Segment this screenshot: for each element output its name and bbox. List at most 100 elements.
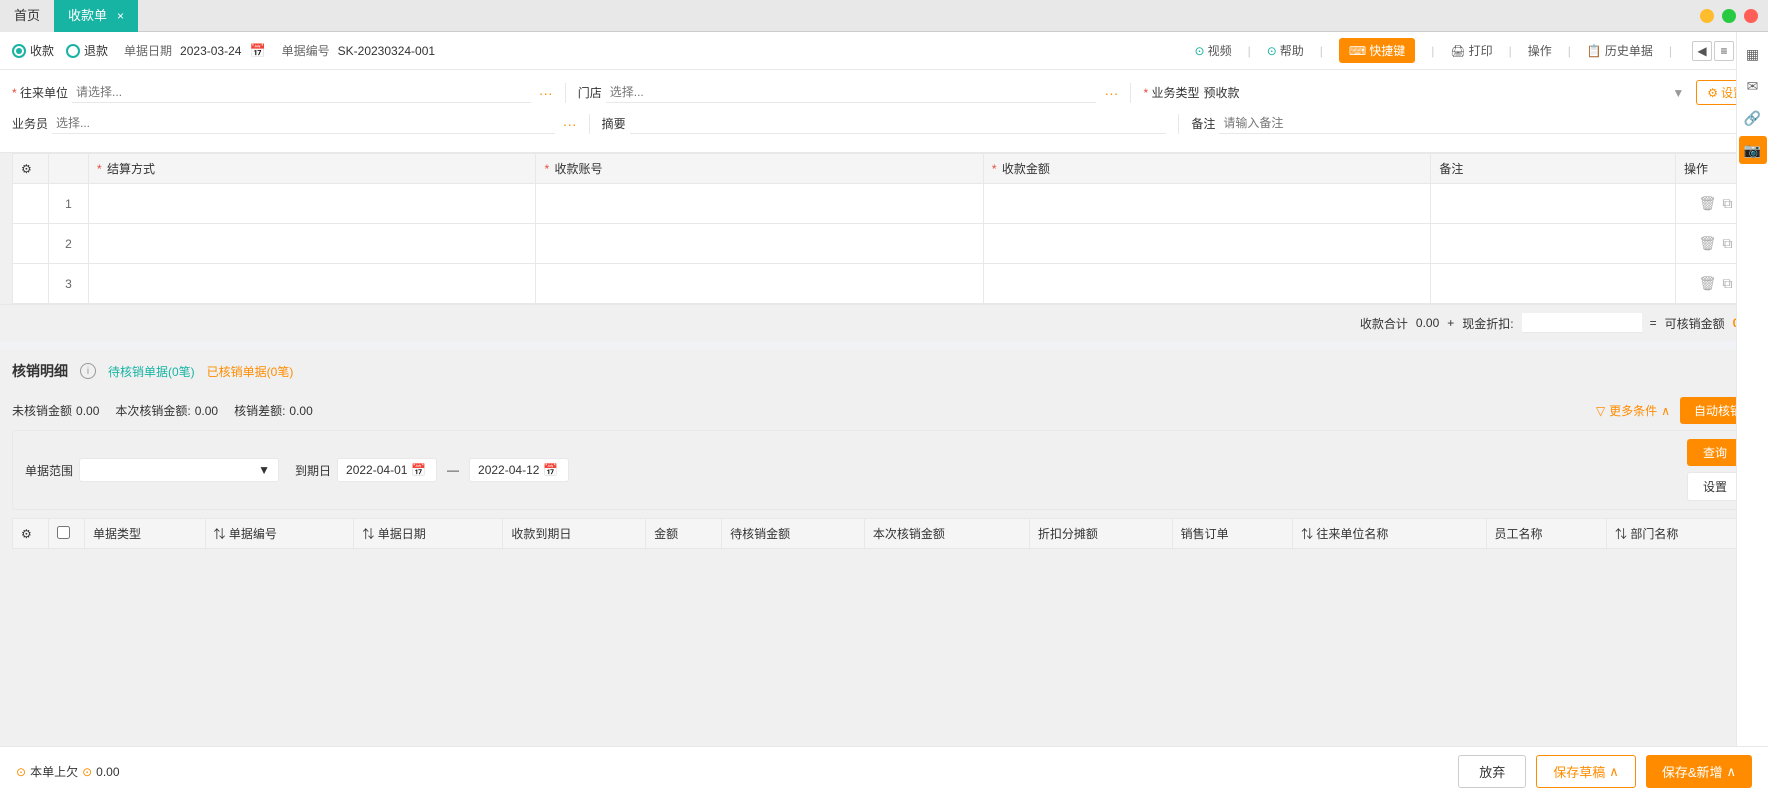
counterpart-input[interactable]	[72, 82, 531, 103]
summary-plus: +	[1447, 316, 1454, 330]
more-filter-label: 更多条件	[1609, 402, 1657, 419]
business-type-select[interactable]: 预收款 ▼	[1204, 84, 1685, 101]
sidebar-table-icon[interactable]: ▦	[1739, 40, 1767, 68]
td-account-2[interactable]	[536, 224, 983, 264]
summary-discount-input[interactable]	[1522, 313, 1642, 333]
table-settings-icon: ⚙	[21, 162, 32, 176]
td-notes-3[interactable]	[1431, 264, 1676, 304]
notes-input[interactable]	[1219, 113, 1756, 134]
date-separator: —	[447, 463, 459, 477]
discard-button[interactable]: 放弃	[1458, 755, 1526, 788]
summary-total-value: 0.00	[1416, 316, 1439, 330]
unchecked-label: 未核销金额	[12, 402, 72, 419]
delete-row-1-icon[interactable]: 🗑	[1699, 195, 1717, 212]
save-draft-button[interactable]: 保存草稿 ∧	[1536, 755, 1636, 788]
counterpart-more-icon[interactable]: ···	[539, 85, 553, 101]
layout-list-icon[interactable]: ≡	[1714, 41, 1734, 61]
more-filter-btn[interactable]: ▽ 更多条件 ∧	[1596, 402, 1670, 419]
history-btn[interactable]: 📋 历史单据	[1587, 42, 1653, 59]
td-settings	[13, 184, 49, 224]
sidebar-mail-icon[interactable]: ✉	[1739, 72, 1767, 100]
date-value: 2023-03-24	[180, 44, 241, 58]
summary-input[interactable]	[630, 113, 1167, 134]
calendar-icon[interactable]: 📅	[249, 43, 265, 59]
layout-prev-icon[interactable]: ◀	[1692, 41, 1712, 61]
bt-th-amount: 金额	[646, 519, 722, 549]
td-notes-1[interactable]	[1431, 184, 1676, 224]
data-table-section: ⚙ 结算方式 收款账号 收款金额 备注	[0, 153, 1768, 304]
th-account: 收款账号	[536, 154, 983, 184]
range-label: 单据范围	[25, 462, 73, 479]
summary-discount-label: 现金折扣:	[1462, 315, 1513, 332]
td-settlement-1[interactable]	[89, 184, 536, 224]
radio-income-dot	[12, 44, 26, 58]
date-from-input[interactable]: 2022-04-01 📅	[337, 458, 437, 482]
summary-total-label: 收款合计	[1360, 315, 1408, 332]
range-select[interactable]: ▼	[79, 458, 279, 482]
video-btn[interactable]: ⊙ 视频	[1195, 42, 1232, 59]
settings-icon: ⚙	[1707, 86, 1718, 100]
td-settlement-3[interactable]	[89, 264, 536, 304]
bt-th-due: 收款到期日	[503, 519, 646, 549]
footer-left: ⊙ 本单上欠 ⊙ 0.00	[16, 763, 120, 780]
td-account-1[interactable]	[536, 184, 983, 224]
window-close-button[interactable]	[1744, 9, 1758, 23]
tab-close-icon[interactable]: ×	[117, 0, 124, 32]
print-btn[interactable]: 🖨 打印	[1450, 42, 1492, 59]
th-settings[interactable]: ⚙	[13, 154, 49, 184]
save-new-button[interactable]: 保存&新增 ∧	[1646, 755, 1752, 788]
bt-th-staff: 员工名称	[1486, 519, 1607, 549]
done-tab[interactable]: 已核销单据(0笔)	[207, 363, 294, 380]
save-new-arrow-icon: ∧	[1726, 764, 1736, 780]
nuclear-info-icon[interactable]: i	[80, 363, 96, 379]
td-settlement-2[interactable]	[89, 224, 536, 264]
operation-btn[interactable]: 操作	[1528, 42, 1552, 59]
delete-row-3-icon[interactable]: 🗑	[1699, 275, 1717, 292]
query-button[interactable]: 查询	[1687, 439, 1743, 466]
store-label: 门店	[578, 84, 602, 101]
store-more-icon[interactable]: ···	[1104, 85, 1118, 101]
range-select-arrow-icon: ▼	[258, 463, 270, 477]
sidebar-camera-icon[interactable]: 📷	[1739, 136, 1767, 164]
td-amount-1[interactable]	[983, 184, 1430, 224]
window-maximize-button[interactable]	[1722, 9, 1736, 23]
td-account-3[interactable]	[536, 264, 983, 304]
window-minimize-button[interactable]	[1700, 9, 1714, 23]
sidebar-link-icon[interactable]: 🔗	[1739, 104, 1767, 132]
shortcut-button[interactable]: ⌨ 快捷键	[1339, 38, 1415, 63]
bt-th-dept: ⇅ 部门名称	[1607, 519, 1756, 549]
toolbar-right: ⊙ 视频 | ⊙ 帮助 | ⌨ 快捷键 | 🖨 打印 | 操作 |	[1195, 38, 1756, 63]
delete-row-2-icon[interactable]: 🗑	[1699, 235, 1717, 252]
date-to-input[interactable]: 2022-04-12 📅	[469, 458, 569, 482]
filter-settings-button[interactable]: 设置	[1687, 472, 1743, 501]
td-row-1: 1	[49, 184, 89, 224]
scroll-area[interactable]: 收款 退款 单据日期 2023-03-24 📅 单据编号 SK-20230324…	[0, 32, 1768, 754]
td-settings-3	[13, 264, 49, 304]
form-row-1: 往来单位 ··· 门店 ··· 业务类型 预收款 ▼ ⚙	[12, 80, 1756, 105]
help-btn[interactable]: ⊙ 帮助	[1267, 42, 1304, 59]
radio-refund[interactable]: 退款	[66, 42, 108, 59]
td-notes-2[interactable]	[1431, 224, 1676, 264]
bt-th-settings[interactable]: ⚙	[13, 519, 49, 549]
store-input[interactable]	[606, 82, 1097, 103]
more-filter-arrow: ∧	[1661, 404, 1670, 418]
check-diff-value: 0.00	[289, 404, 312, 418]
td-amount-3[interactable]	[983, 264, 1430, 304]
bt-th-checkbox[interactable]	[49, 519, 85, 549]
select-all-checkbox[interactable]	[57, 526, 70, 539]
tab-current[interactable]: 收款单 ×	[54, 0, 138, 32]
staff-input[interactable]	[52, 113, 555, 134]
th-notes: 备注	[1431, 154, 1676, 184]
staff-more-icon[interactable]: ···	[563, 116, 577, 132]
copy-row-2-icon[interactable]: ⧉	[1722, 235, 1732, 252]
copy-row-1-icon[interactable]: ⧉	[1722, 195, 1732, 212]
current-check-value: 0.00	[195, 404, 218, 418]
radio-income[interactable]: 收款	[12, 42, 54, 59]
td-amount-2[interactable]	[983, 224, 1430, 264]
right-sidebar: ▦ ✉ 🔗 📷	[1736, 32, 1768, 796]
window-controls	[1700, 9, 1768, 23]
print-label: 打印	[1469, 42, 1493, 59]
tab-home[interactable]: 首页	[0, 0, 54, 32]
copy-row-3-icon[interactable]: ⧉	[1722, 275, 1732, 292]
pending-tab[interactable]: 待核销单据(0笔)	[108, 363, 195, 380]
